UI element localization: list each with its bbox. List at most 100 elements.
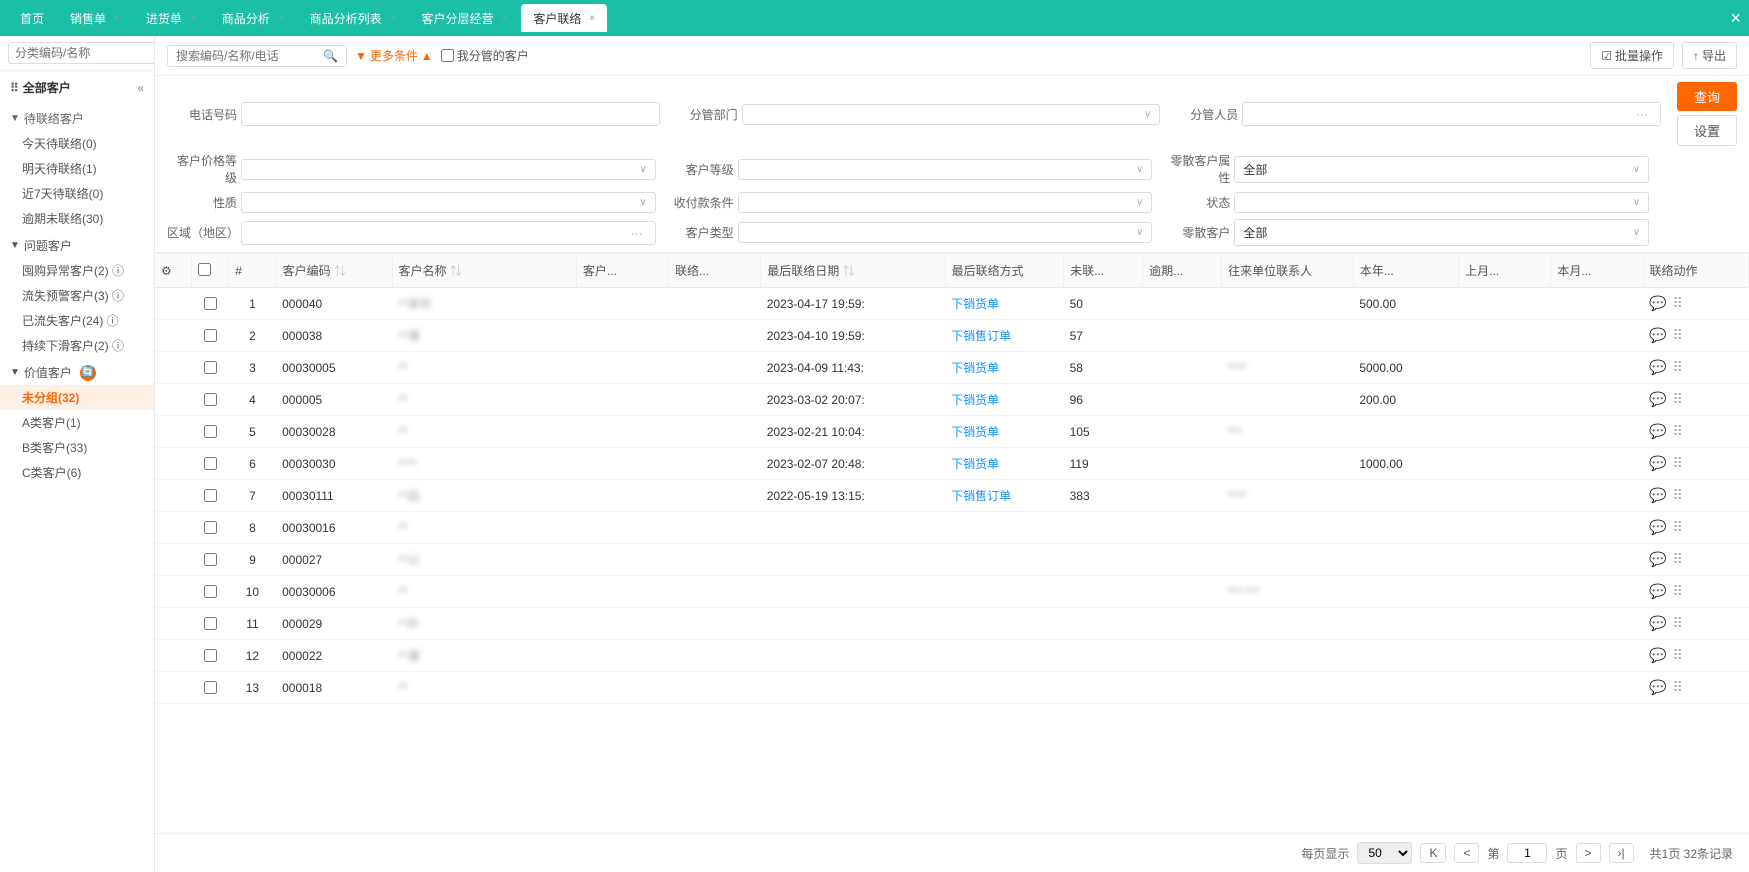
col-code-header[interactable]: 客户编码 ⇅ xyxy=(276,254,392,288)
filter-more-btn[interactable]: ▼ 更多条件 ▲ xyxy=(355,47,433,64)
sidebar-item-churn-warning[interactable]: 流失预警客户(3) ⓘ xyxy=(0,283,154,308)
tab-product-analysis-close[interactable]: × xyxy=(278,13,284,24)
table-area[interactable]: ⚙ # 客户编码 ⇅ 客户名称 xyxy=(155,254,1749,833)
contact-more-icon[interactable]: ⠿ xyxy=(1672,647,1682,664)
tab-purchase[interactable]: 进货单 × xyxy=(134,4,208,32)
sidebar-all-customers[interactable]: ⠿ 全部客户 « xyxy=(0,71,154,104)
settings-icon[interactable]: ⚙ xyxy=(161,264,172,278)
tab-customer-seg-close[interactable]: × xyxy=(501,13,507,24)
adv-select-retail-customer[interactable]: 全部 ∨ xyxy=(1234,219,1649,246)
contact-more-icon[interactable]: ⠿ xyxy=(1672,487,1682,504)
contact-more-icon[interactable]: ⠿ xyxy=(1672,679,1682,696)
prev-page-btn[interactable]: < xyxy=(1454,843,1479,863)
adv-select-customer-type[interactable]: ∨ xyxy=(738,222,1153,243)
contact-phone-icon[interactable]: 💬 xyxy=(1649,679,1666,696)
row-checkbox[interactable] xyxy=(204,457,217,470)
sidebar-section-value-title[interactable]: ▼ 价值客户 🔄 xyxy=(0,358,154,385)
contact-more-icon[interactable]: ⠿ xyxy=(1672,295,1682,312)
tab-sales-close[interactable]: × xyxy=(114,13,120,24)
last-way-link[interactable]: 下销售订单 xyxy=(951,489,1011,503)
tab-product-analysis[interactable]: 商品分析 × xyxy=(210,4,296,32)
contact-phone-icon[interactable]: 💬 xyxy=(1649,455,1666,472)
sidebar-section-pending-title[interactable]: ▼ 待联络客户 xyxy=(0,104,154,131)
last-way-link[interactable]: 下销货单 xyxy=(951,457,999,471)
col-lastdate-header[interactable]: 最后联络日期 ⇅ xyxy=(761,254,945,288)
row-checkbox[interactable] xyxy=(204,553,217,566)
select-all-checkbox[interactable] xyxy=(198,263,211,276)
adv-region-dots[interactable]: ··· xyxy=(627,226,647,240)
sidebar-item-declining[interactable]: 持续下滑客户(2) ⓘ xyxy=(0,333,154,358)
contact-phone-icon[interactable]: 💬 xyxy=(1649,583,1666,600)
contact-more-icon[interactable]: ⠿ xyxy=(1672,327,1682,344)
last-way-link[interactable]: 下销售订单 xyxy=(951,329,1011,343)
contact-phone-icon[interactable]: 💬 xyxy=(1649,423,1666,440)
contact-more-icon[interactable]: ⠿ xyxy=(1672,519,1682,536)
contact-phone-icon[interactable]: 💬 xyxy=(1649,327,1666,344)
row-checkbox[interactable] xyxy=(204,361,217,374)
my-customers-checkbox-wrap[interactable]: 我分管的客户 xyxy=(441,47,529,64)
first-page-btn[interactable]: K xyxy=(1420,843,1446,863)
adv-select-dept[interactable]: ∨ xyxy=(742,104,1161,125)
next-page-btn[interactable]: > xyxy=(1576,843,1601,863)
row-checkbox[interactable] xyxy=(204,393,217,406)
contact-more-icon[interactable]: ⠿ xyxy=(1672,615,1682,632)
filter-search-input[interactable] xyxy=(176,49,319,63)
sidebar-item-b-class[interactable]: B类客户(33) xyxy=(0,435,154,460)
tab-home[interactable]: 首页 xyxy=(8,4,56,32)
export-button[interactable]: ↑ 导出 xyxy=(1682,42,1737,69)
row-checkbox[interactable] xyxy=(204,489,217,502)
tab-sales[interactable]: 销售单 × xyxy=(58,4,132,32)
tab-product-list[interactable]: 商品分析列表 × xyxy=(298,4,408,32)
contact-phone-icon[interactable]: 💬 xyxy=(1649,391,1666,408)
contact-more-icon[interactable]: ⠿ xyxy=(1672,391,1682,408)
row-checkbox[interactable] xyxy=(204,649,217,662)
page-input[interactable] xyxy=(1507,843,1547,863)
adv-select-retail-attr[interactable]: 全部 ∨ xyxy=(1234,156,1649,183)
row-checkbox[interactable] xyxy=(204,617,217,630)
row-checkbox[interactable] xyxy=(204,585,217,598)
contact-more-icon[interactable]: ⠿ xyxy=(1672,583,1682,600)
sidebar-item-c-class[interactable]: C类客户(6) xyxy=(0,460,154,485)
sidebar-item-a-class[interactable]: A类客户(1) xyxy=(0,410,154,435)
sidebar-item-7days[interactable]: 近7天待联络(0) xyxy=(0,181,154,206)
adv-select-customer-level[interactable]: ∨ xyxy=(738,159,1153,180)
adv-select-region[interactable]: ··· xyxy=(241,221,656,245)
adv-select-status[interactable]: ∨ xyxy=(1234,192,1649,213)
filter-search-icon[interactable]: 🔍 xyxy=(323,49,338,63)
col-check-header[interactable] xyxy=(192,254,229,288)
tab-customer-contact-close[interactable]: × xyxy=(589,13,595,24)
col-settings-header[interactable]: ⚙ xyxy=(155,254,192,288)
sidebar-item-ungroup[interactable]: 未分组(32) xyxy=(0,385,154,410)
per-page-select[interactable]: 50 100 xyxy=(1357,842,1412,864)
adv-select-person[interactable]: ··· xyxy=(1242,102,1661,126)
sidebar-item-tomorrow[interactable]: 明天待联络(1) xyxy=(0,156,154,181)
row-checkbox[interactable] xyxy=(204,521,217,534)
sidebar-collapse-icon[interactable]: « xyxy=(137,81,144,95)
contact-phone-icon[interactable]: 💬 xyxy=(1649,647,1666,664)
row-checkbox[interactable] xyxy=(204,425,217,438)
sidebar-item-abnormal[interactable]: 囤购异常客户(2) ⓘ xyxy=(0,258,154,283)
sidebar-item-lost[interactable]: 已流失客户(24) ⓘ xyxy=(0,308,154,333)
sidebar-item-today[interactable]: 今天待联络(0) xyxy=(0,131,154,156)
sidebar-search-input[interactable] xyxy=(8,42,155,64)
contact-phone-icon[interactable]: 💬 xyxy=(1649,551,1666,568)
last-page-btn[interactable]: ›| xyxy=(1609,843,1634,863)
row-checkbox[interactable] xyxy=(204,681,217,694)
my-customers-checkbox[interactable] xyxy=(441,49,454,62)
adv-select-payment[interactable]: ∨ xyxy=(738,192,1153,213)
col-name-header[interactable]: 客户名称 ⇅ xyxy=(392,254,576,288)
contact-more-icon[interactable]: ⠿ xyxy=(1672,423,1682,440)
adv-select-price-level[interactable]: ∨ xyxy=(241,159,656,180)
last-way-link[interactable]: 下销货单 xyxy=(951,297,999,311)
contact-phone-icon[interactable]: 💬 xyxy=(1649,359,1666,376)
window-close-button[interactable]: × xyxy=(1730,8,1741,29)
batch-operation-button[interactable]: ☑ 批量操作 xyxy=(1590,42,1674,69)
tab-customer-seg[interactable]: 客户分层经营 × xyxy=(409,4,519,32)
contact-phone-icon[interactable]: 💬 xyxy=(1649,295,1666,312)
contact-more-icon[interactable]: ⠿ xyxy=(1672,551,1682,568)
query-button[interactable]: 查询 xyxy=(1677,82,1737,111)
row-checkbox[interactable] xyxy=(204,329,217,342)
reset-button[interactable]: 设置 xyxy=(1677,115,1737,146)
contact-more-icon[interactable]: ⠿ xyxy=(1672,455,1682,472)
last-way-link[interactable]: 下销货单 xyxy=(951,425,999,439)
